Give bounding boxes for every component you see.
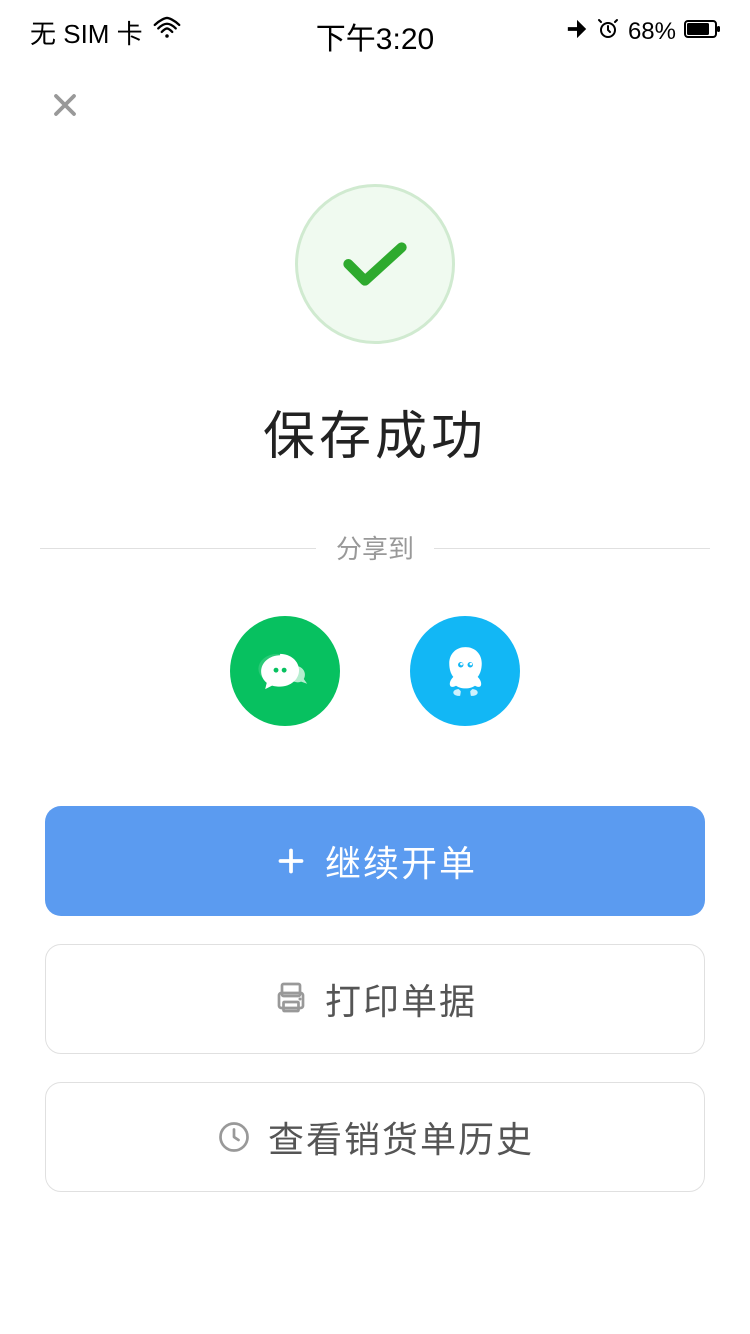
share-label: 分享到 — [316, 529, 434, 566]
battery-icon — [684, 18, 720, 47]
close-button[interactable] — [40, 80, 90, 130]
status-bar: 无 SIM 卡 下午3:20 68% — [0, 0, 750, 64]
alarm-icon — [596, 17, 620, 48]
location-icon — [566, 18, 588, 47]
status-time: 下午3:20 — [316, 14, 434, 58]
clock-icon — [216, 1119, 252, 1155]
main-content: 保存成功 分享到 — [0, 64, 750, 1192]
printer-icon — [273, 981, 309, 1017]
qq-share-button[interactable] — [410, 616, 520, 726]
history-label: 查看销货单历史 — [268, 1111, 534, 1163]
plus-icon — [273, 843, 309, 879]
wechat-share-button[interactable] — [230, 616, 340, 726]
carrier-text: 无 SIM 卡 — [30, 14, 143, 51]
history-button[interactable]: 查看销货单历史 — [45, 1082, 705, 1192]
share-divider: 分享到 — [0, 529, 750, 566]
wifi-icon — [153, 15, 181, 50]
status-left: 无 SIM 卡 — [30, 14, 181, 51]
status-right: 68% — [566, 17, 720, 48]
share-section: 分享到 — [0, 529, 750, 726]
continue-button[interactable]: 继续开单 — [45, 806, 705, 916]
success-icon-circle — [295, 184, 455, 344]
success-title: 保存成功 — [263, 394, 487, 469]
print-label: 打印单据 — [325, 973, 477, 1025]
action-buttons: 继续开单 打印单据 查看销货单历史 — [45, 806, 705, 1192]
print-button[interactable]: 打印单据 — [45, 944, 705, 1054]
share-icons — [230, 616, 520, 726]
battery-percentage: 68% — [628, 18, 676, 46]
continue-label: 继续开单 — [325, 835, 477, 887]
